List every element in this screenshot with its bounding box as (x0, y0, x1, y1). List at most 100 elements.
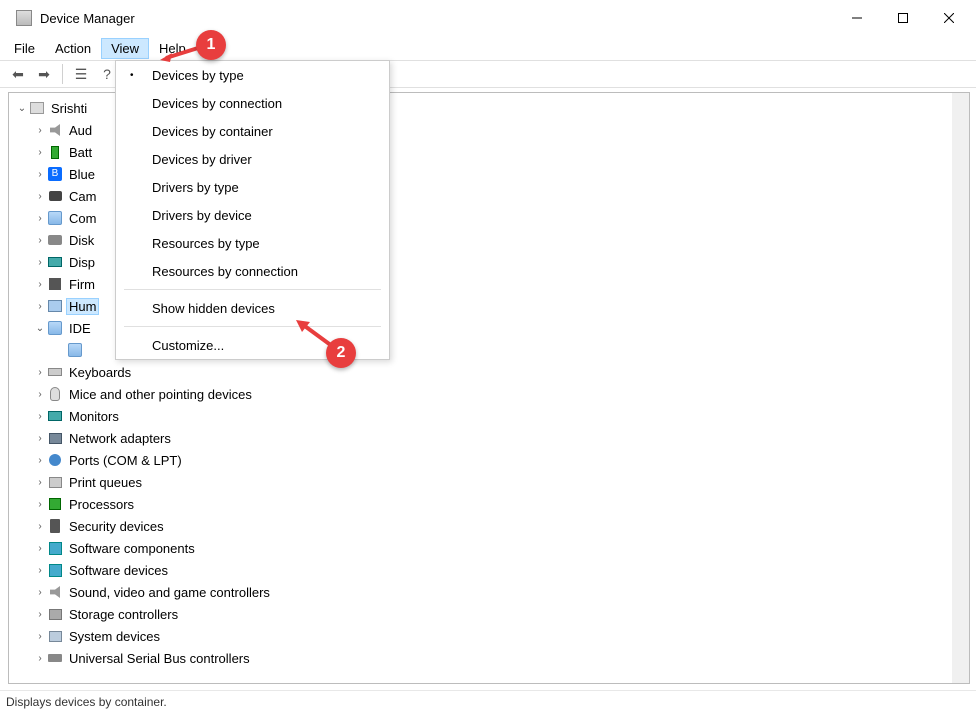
menu-item-drivers-by-type[interactable]: Drivers by type (116, 173, 389, 201)
tree-node-label: Software devices (67, 563, 170, 578)
expand-icon[interactable]: › (33, 433, 47, 444)
collapse-icon[interactable]: ⌄ (15, 103, 29, 114)
nav-forward-button[interactable]: ➡ (32, 63, 56, 85)
expand-icon[interactable]: › (33, 169, 47, 180)
menu-item-label: Devices by type (152, 68, 244, 83)
expand-icon[interactable]: › (33, 411, 47, 422)
expand-icon[interactable]: › (33, 565, 47, 576)
tree-node[interactable]: ›Processors (11, 493, 967, 515)
status-text: Displays devices by container. (6, 695, 167, 709)
menu-item-devices-by-driver[interactable]: Devices by driver (116, 145, 389, 173)
expand-icon[interactable]: › (33, 367, 47, 378)
menu-item-show-hidden-devices[interactable]: Show hidden devices (116, 294, 389, 322)
callout-two: 2 (326, 338, 356, 368)
bt-icon: B (47, 166, 63, 182)
tree-node-label: Monitors (67, 409, 121, 424)
tree-node[interactable]: ›Network adapters (11, 427, 967, 449)
tree-node-label: Aud (67, 123, 94, 138)
menu-item-resources-by-connection[interactable]: Resources by connection (116, 257, 389, 285)
help-icon: ? (103, 66, 111, 82)
tree-node-label: Disp (67, 255, 97, 270)
vertical-scrollbar[interactable] (952, 93, 969, 683)
tree-node-label: Com (67, 211, 98, 226)
menubar: FileActionViewHelp (0, 36, 976, 60)
expand-icon[interactable]: › (33, 191, 47, 202)
expand-icon[interactable]: › (33, 389, 47, 400)
hid-icon (47, 298, 63, 314)
tree-node[interactable]: ›Sound, video and game controllers (11, 581, 967, 603)
tree-node-label: Disk (67, 233, 96, 248)
expand-icon[interactable]: › (33, 521, 47, 532)
close-button[interactable] (926, 2, 972, 34)
collapse-icon[interactable]: ⌄ (33, 323, 47, 334)
snd-icon (47, 584, 63, 600)
fw-icon (47, 276, 63, 292)
expand-icon[interactable]: › (33, 543, 47, 554)
tree-node-label: Mice and other pointing devices (67, 387, 254, 402)
snd-icon (47, 122, 63, 138)
menu-item-label: Show hidden devices (152, 301, 275, 316)
expand-icon[interactable]: › (33, 301, 47, 312)
sw-icon (47, 562, 63, 578)
menu-file[interactable]: File (4, 38, 45, 59)
usb-icon (47, 650, 63, 666)
tree-node[interactable]: ›Storage controllers (11, 603, 967, 625)
tree-node-label: Security devices (67, 519, 166, 534)
mon-icon (47, 408, 63, 424)
expand-icon[interactable]: › (33, 587, 47, 598)
menu-item-resources-by-type[interactable]: Resources by type (116, 229, 389, 257)
expand-icon[interactable]: › (33, 213, 47, 224)
pc-icon (29, 100, 45, 116)
nav-back-button[interactable]: ⬅ (6, 63, 30, 85)
expand-icon[interactable]: › (33, 235, 47, 246)
tree-node-label: Ports (COM & LPT) (67, 453, 184, 468)
expand-icon[interactable]: › (33, 125, 47, 136)
generic-icon (47, 210, 63, 226)
tree-node[interactable]: › Security devices (11, 515, 967, 537)
window-title: Device Manager (40, 11, 834, 26)
stor-icon (47, 606, 63, 622)
menu-item-label: Devices by connection (152, 96, 282, 111)
bullet-icon: • (130, 70, 134, 81)
arrow-right-icon: ➡ (38, 66, 50, 83)
net-icon (47, 430, 63, 446)
tree-node[interactable]: › Monitors (11, 405, 967, 427)
show-hide-tree-button[interactable]: ☰ (69, 63, 93, 85)
menu-item-devices-by-connection[interactable]: Devices by connection (116, 89, 389, 117)
minimize-button[interactable] (834, 2, 880, 34)
app-icon (16, 10, 32, 26)
tree-node[interactable]: › Software devices (11, 559, 967, 581)
tree-node[interactable]: ›System devices (11, 625, 967, 647)
menu-item-devices-by-container[interactable]: Devices by container (116, 117, 389, 145)
tree-node[interactable]: ›Print queues (11, 471, 967, 493)
tree-node[interactable]: ›Software components (11, 537, 967, 559)
generic-icon (67, 342, 83, 358)
expand-icon[interactable]: › (33, 279, 47, 290)
tree-node[interactable]: › Mice and other pointing devices (11, 383, 967, 405)
tree-node-label: Batt (67, 145, 94, 160)
expand-icon[interactable]: › (33, 631, 47, 642)
maximize-button[interactable] (880, 2, 926, 34)
titlebar: Device Manager (0, 0, 976, 36)
expand-icon[interactable]: › (33, 477, 47, 488)
expand-icon[interactable]: › (33, 147, 47, 158)
disk-icon (47, 232, 63, 248)
menu-item-devices-by-type[interactable]: • Devices by type (116, 61, 389, 89)
menu-action[interactable]: Action (45, 38, 101, 59)
kb-icon (47, 364, 63, 380)
tree-node[interactable]: › Keyboards (11, 361, 967, 383)
tree-node[interactable]: ›Universal Serial Bus controllers (11, 647, 967, 669)
tree-node[interactable]: › Ports (COM & LPT) (11, 449, 967, 471)
expand-icon[interactable]: › (33, 653, 47, 664)
expand-icon[interactable]: › (33, 257, 47, 268)
expand-icon[interactable]: › (33, 499, 47, 510)
tree-node-label: Cam (67, 189, 98, 204)
menu-item-drivers-by-device[interactable]: Drivers by device (116, 201, 389, 229)
menu-item-label: Devices by container (152, 124, 273, 139)
tree-node-label: Keyboards (67, 365, 133, 380)
batt-icon (47, 144, 63, 160)
menu-view[interactable]: View (101, 38, 149, 59)
expand-icon[interactable]: › (33, 609, 47, 620)
tree-node-label: IDE (67, 321, 93, 336)
expand-icon[interactable]: › (33, 455, 47, 466)
